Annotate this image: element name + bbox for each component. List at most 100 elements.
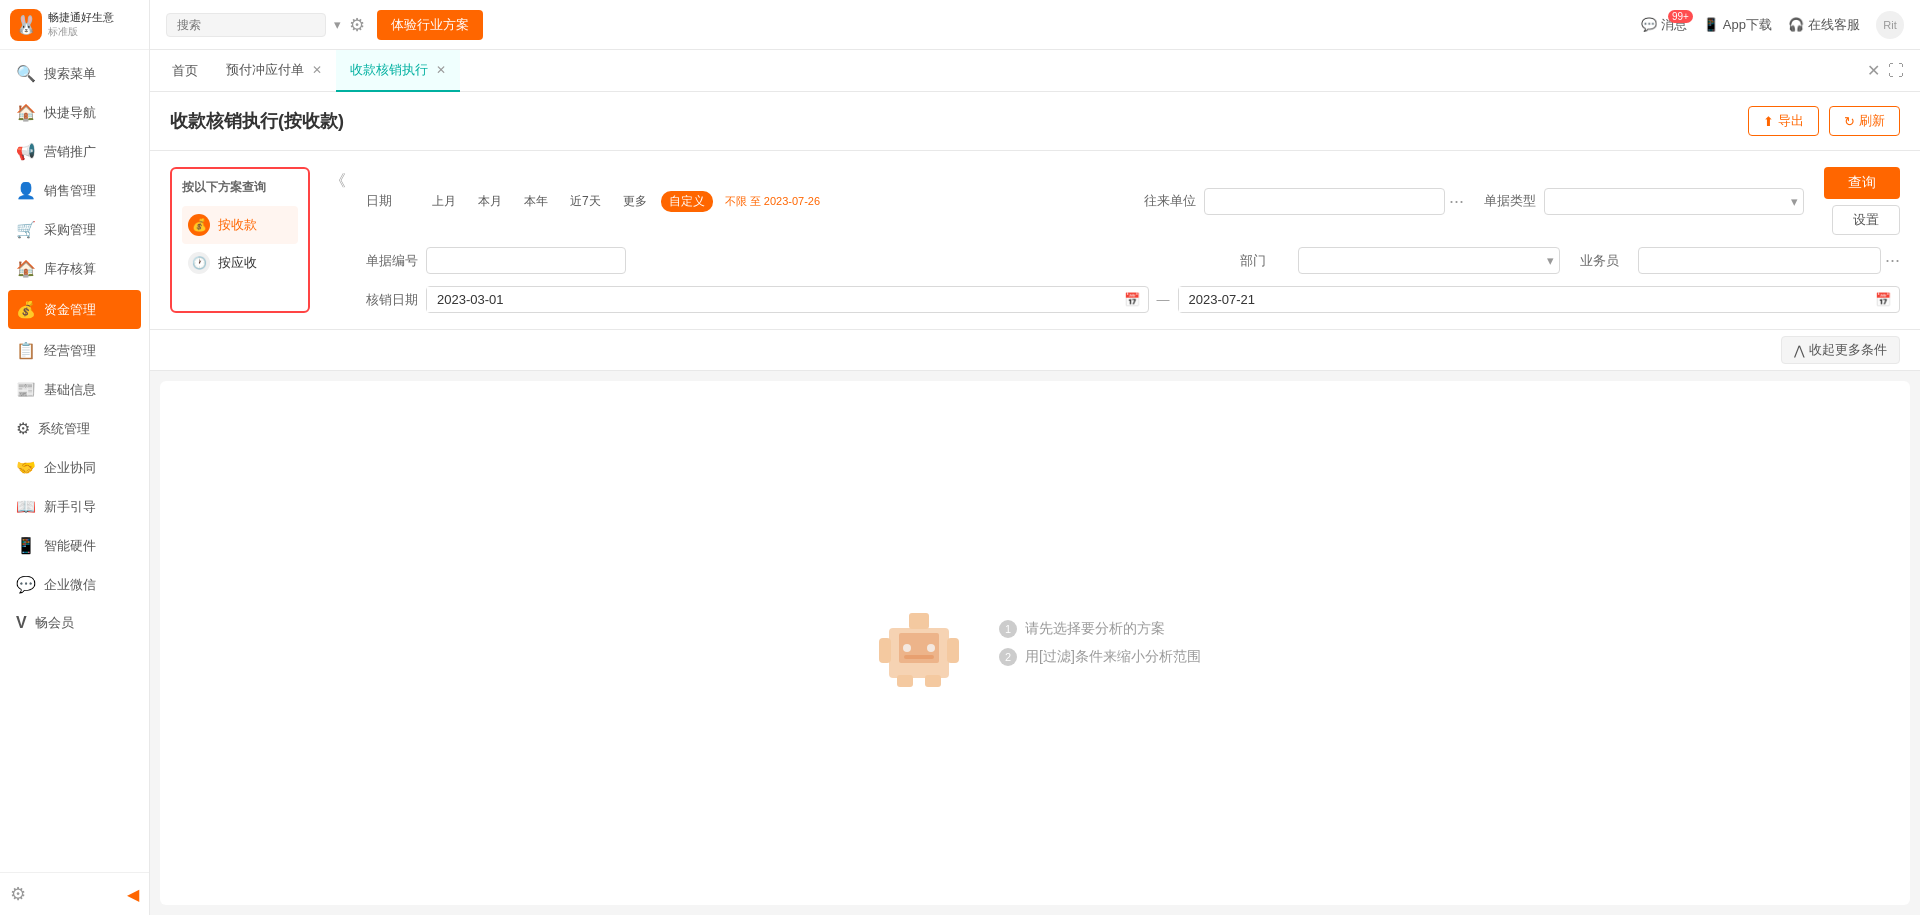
- header-dropdown-icon[interactable]: ▾: [334, 17, 341, 32]
- tab-bar: 首页 预付冲应付单 ✕ 收款核销执行 ✕ ✕ ⛶: [150, 50, 1920, 92]
- export-button[interactable]: ⬆ 导出: [1748, 106, 1819, 136]
- writeoff-date-start-wrapper: 📅: [426, 286, 1149, 313]
- tab-prepay-close[interactable]: ✕: [312, 63, 322, 77]
- sidebar-item-label: 销售管理: [44, 182, 96, 200]
- sidebar-item-label: 快捷导航: [44, 104, 96, 122]
- receipt-option-icon: 💰: [188, 214, 210, 236]
- sidebar-bottom: ⚙ ◀: [0, 872, 149, 915]
- app-download-button[interactable]: 📱 App下载: [1703, 16, 1772, 34]
- online-service-button[interactable]: 🎧 在线客服: [1788, 16, 1860, 34]
- doc-type-label: 单据类型: [1484, 192, 1536, 210]
- tab-home[interactable]: 首页: [158, 50, 212, 92]
- sidebar-item-smart-hw[interactable]: 📱 智能硬件: [0, 526, 149, 565]
- doc-no-field: 单据编号: [366, 247, 1220, 274]
- dept-select[interactable]: [1298, 247, 1560, 274]
- collapse-more-button[interactable]: ⋀ 收起更多条件: [1781, 336, 1900, 364]
- sidebar-item-system[interactable]: ⚙ 系统管理: [0, 409, 149, 448]
- industry-solution-button[interactable]: 体验行业方案: [377, 10, 483, 40]
- sidebar-item-wechat[interactable]: 💬 企业微信: [0, 565, 149, 604]
- user-menu-button[interactable]: Rit: [1876, 11, 1904, 39]
- service-icon: 🎧: [1788, 17, 1804, 32]
- sidebar-item-operations[interactable]: 📋 经营管理: [0, 331, 149, 370]
- partner-label: 往来单位: [1144, 192, 1196, 210]
- calendar-start-icon[interactable]: 📅: [1116, 292, 1148, 307]
- export-icon: ⬆: [1763, 114, 1774, 129]
- partner-field: 往来单位 ···: [1144, 188, 1464, 215]
- sidebar-item-label: 智能硬件: [44, 537, 96, 555]
- filter-actions: 查询 设置: [1824, 167, 1900, 235]
- sidebar-item-label: 资金管理: [44, 301, 96, 319]
- quick-nav-icon: 🏠: [16, 103, 36, 122]
- query-button[interactable]: 查询: [1824, 167, 1900, 199]
- purchase-icon: 🛒: [16, 220, 36, 239]
- staff-label: 业务员: [1580, 252, 1630, 270]
- sidebar-item-basic-info[interactable]: 📰 基础信息: [0, 370, 149, 409]
- receipt-option-label: 按收款: [218, 216, 257, 234]
- filter-left-panel: 按以下方案查询 💰 按收款 🕐 按应收: [170, 167, 310, 313]
- filter-form: 日期 上月 本月 本年 近7天 更多 自定义 不限 至 2023-07-26: [366, 167, 1900, 313]
- sidebar-item-enterprise[interactable]: 🤝 企业协同: [0, 448, 149, 487]
- doc-no-input[interactable]: [426, 247, 626, 274]
- finance-icon: 💰: [16, 300, 36, 319]
- collapse-more-bar: ⋀ 收起更多条件: [150, 330, 1920, 371]
- online-service-label: 在线客服: [1808, 16, 1860, 34]
- filter-settings-button[interactable]: 设置: [1832, 205, 1900, 235]
- tab-prepay[interactable]: 预付冲应付单 ✕: [212, 50, 336, 92]
- empty-tip-1: 1 请先选择要分析的方案: [999, 620, 1201, 638]
- collapse-sidebar-icon[interactable]: ◀: [127, 885, 139, 904]
- sidebar-item-finance[interactable]: 💰 资金管理: [8, 290, 141, 329]
- doc-no-label: 单据编号: [366, 252, 418, 270]
- page-title: 收款核销执行(按收款): [170, 109, 344, 147]
- sidebar-item-member[interactable]: V 畅会员: [0, 604, 149, 642]
- tab-maximize-icon[interactable]: ⛶: [1888, 62, 1904, 80]
- partner-input[interactable]: [1204, 188, 1445, 215]
- user-name: Rit: [1883, 19, 1896, 31]
- svg-rect-4: [904, 655, 934, 659]
- empty-tip-2: 2 用[过滤]条件来缩小分析范围: [999, 648, 1201, 666]
- header-search-area: ▾ ⚙: [166, 13, 365, 37]
- date-tag-custom[interactable]: 自定义: [661, 191, 713, 212]
- svg-rect-8: [897, 675, 913, 687]
- message-button[interactable]: 💬 消息 99+: [1641, 16, 1687, 34]
- settings-icon[interactable]: ⚙: [10, 883, 26, 905]
- writeoff-date-field: 核销日期 📅 — 📅: [366, 286, 1900, 313]
- calendar-end-icon[interactable]: 📅: [1867, 292, 1899, 307]
- sidebar-item-purchase[interactable]: 🛒 采购管理: [0, 210, 149, 249]
- date-tag-last-month[interactable]: 上月: [424, 191, 464, 212]
- tab-receipt-writeoff-close[interactable]: ✕: [436, 63, 446, 77]
- doc-type-select[interactable]: [1544, 188, 1804, 215]
- tab-receipt-writeoff[interactable]: 收款核销执行 ✕: [336, 50, 460, 92]
- writeoff-date-label: 核销日期: [366, 291, 418, 309]
- header-search-input[interactable]: [166, 13, 326, 37]
- svg-rect-9: [925, 675, 941, 687]
- writeoff-date-start-input[interactable]: [427, 287, 1116, 312]
- basic-info-icon: 📰: [16, 380, 36, 399]
- partner-more-icon[interactable]: ···: [1449, 191, 1464, 212]
- writeoff-date-end-input[interactable]: [1179, 287, 1868, 312]
- staff-input[interactable]: [1638, 247, 1881, 274]
- date-tag-more[interactable]: 更多: [615, 191, 655, 212]
- svg-point-2: [903, 644, 911, 652]
- guide-icon: 📖: [16, 497, 36, 516]
- tab-close-all-icon[interactable]: ✕: [1867, 61, 1880, 80]
- refresh-button[interactable]: ↻ 刷新: [1829, 106, 1900, 136]
- sidebar-item-quick-nav[interactable]: 🏠 快捷导航: [0, 93, 149, 132]
- filter-panel-collapse-btn[interactable]: 《: [326, 171, 350, 192]
- staff-more-icon[interactable]: ···: [1885, 250, 1900, 271]
- filter-option-by-receivable[interactable]: 🕐 按应收: [182, 244, 298, 282]
- logo-text: 畅捷通好生意: [48, 10, 114, 24]
- sidebar-item-marketing[interactable]: 📢 营销推广: [0, 132, 149, 171]
- date-tag-this-month[interactable]: 本月: [470, 191, 510, 212]
- tab-actions: ✕ ⛶: [1859, 61, 1912, 80]
- date-tag-this-year[interactable]: 本年: [516, 191, 556, 212]
- date-tag-7days[interactable]: 近7天: [562, 191, 609, 212]
- sidebar-item-search[interactable]: 🔍 搜索菜单: [0, 54, 149, 93]
- sidebar-item-label: 企业微信: [44, 576, 96, 594]
- sidebar-item-guide[interactable]: 📖 新手引导: [0, 487, 149, 526]
- main-area: ▾ ⚙ 体验行业方案 💬 消息 99+ 📱 App下载 🎧 在线客服 Rit: [150, 0, 1920, 915]
- filter-option-by-receipt[interactable]: 💰 按收款: [182, 206, 298, 244]
- sidebar-item-inventory[interactable]: 🏠 库存核算: [0, 249, 149, 288]
- avatar: Rit: [1876, 11, 1904, 39]
- header-settings-icon[interactable]: ⚙: [349, 14, 365, 36]
- sidebar-item-sales[interactable]: 👤 销售管理: [0, 171, 149, 210]
